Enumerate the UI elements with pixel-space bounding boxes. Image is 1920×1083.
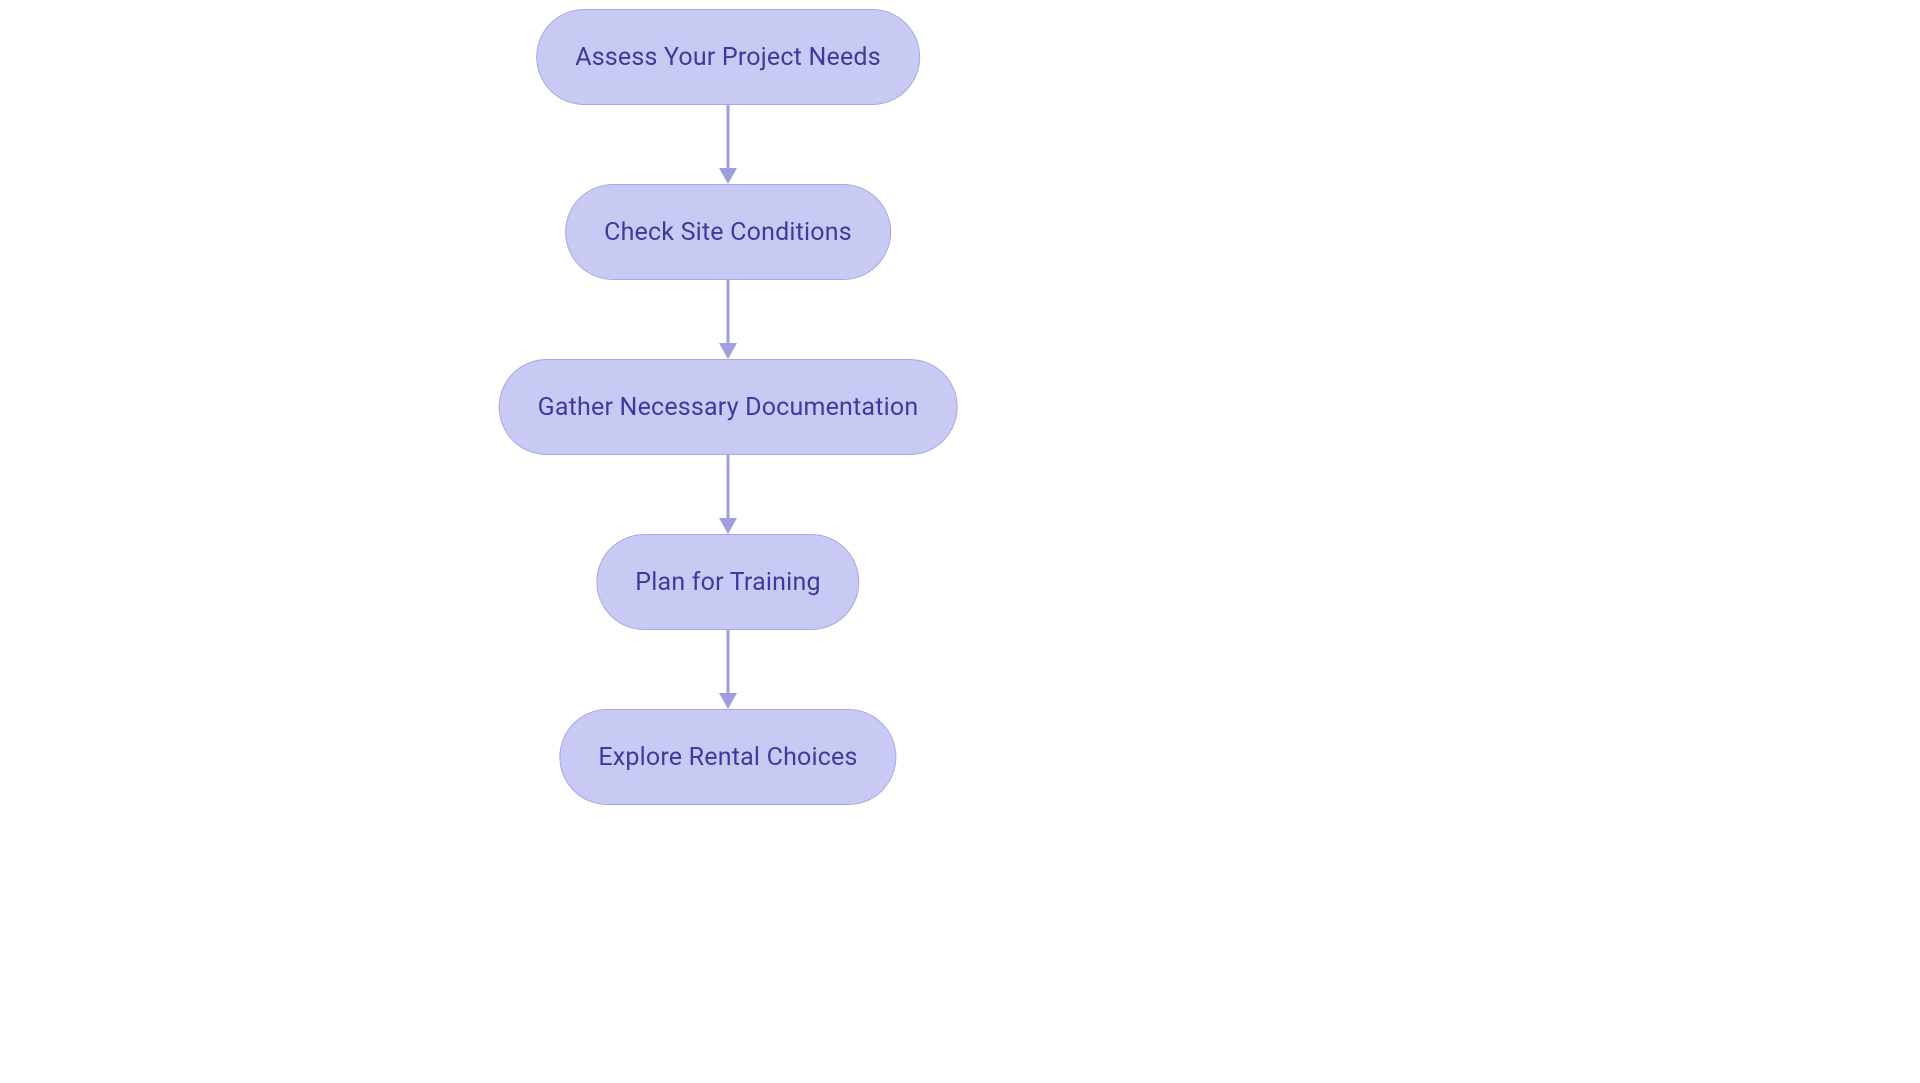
flow-node-label: Assess Your Project Needs bbox=[575, 43, 881, 72]
flowchart-canvas: Assess Your Project Needs Check Site Cond… bbox=[0, 0, 1920, 1083]
flow-node-label: Explore Rental Choices bbox=[598, 743, 857, 772]
flow-node-3: Plan for Training bbox=[596, 534, 859, 630]
flow-node-0: Assess Your Project Needs bbox=[536, 9, 920, 105]
arrowhead-icon bbox=[719, 518, 737, 534]
flow-node-label: Check Site Conditions bbox=[604, 218, 852, 247]
connectors-layer bbox=[0, 0, 1920, 1083]
flow-node-label: Gather Necessary Documentation bbox=[538, 393, 919, 422]
arrowhead-icon bbox=[719, 168, 737, 184]
flow-node-label: Plan for Training bbox=[635, 568, 820, 597]
arrowhead-icon bbox=[719, 693, 737, 709]
flow-node-4: Explore Rental Choices bbox=[559, 709, 896, 805]
flow-node-2: Gather Necessary Documentation bbox=[499, 359, 958, 455]
flow-node-1: Check Site Conditions bbox=[565, 184, 891, 280]
arrowhead-icon bbox=[719, 343, 737, 359]
